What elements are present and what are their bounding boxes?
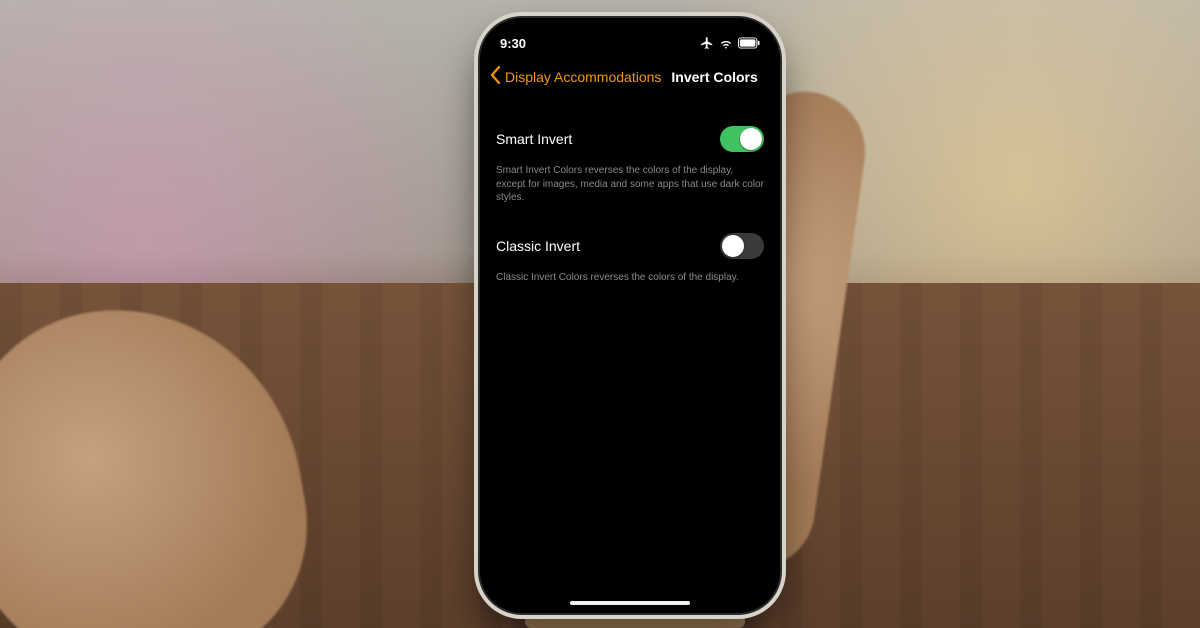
classic-invert-row: Classic Invert — [480, 223, 780, 269]
navigation-bar: Display Accommodations Invert Colors — [480, 60, 780, 98]
status-time: 9:30 — [500, 36, 560, 51]
classic-invert-label: Classic Invert — [496, 238, 580, 254]
wifi-icon — [719, 36, 733, 50]
iphone-device: 9:30 Display Accom — [480, 18, 780, 613]
notch — [555, 18, 705, 44]
smart-invert-description: Smart Invert Colors reverses the colors … — [480, 162, 780, 205]
smart-invert-toggle[interactable] — [720, 126, 764, 152]
page-title: Invert Colors — [671, 69, 757, 85]
back-button[interactable]: Display Accommodations — [505, 69, 661, 85]
battery-icon — [738, 37, 760, 49]
smart-invert-group: Smart Invert Smart Invert Colors reverse… — [480, 116, 780, 205]
photo-background: 9:30 Display Accom — [0, 0, 1200, 628]
classic-invert-group: Classic Invert Classic Invert Colors rev… — [480, 223, 780, 285]
classic-invert-toggle[interactable] — [720, 233, 764, 259]
home-indicator[interactable] — [570, 601, 690, 605]
airplane-icon — [700, 36, 714, 50]
phone-screen: 9:30 Display Accom — [480, 18, 780, 613]
classic-invert-description: Classic Invert Colors reverses the color… — [480, 269, 780, 285]
back-chevron-icon[interactable] — [490, 66, 501, 88]
smart-invert-row: Smart Invert — [480, 116, 780, 162]
smart-invert-label: Smart Invert — [496, 131, 572, 147]
